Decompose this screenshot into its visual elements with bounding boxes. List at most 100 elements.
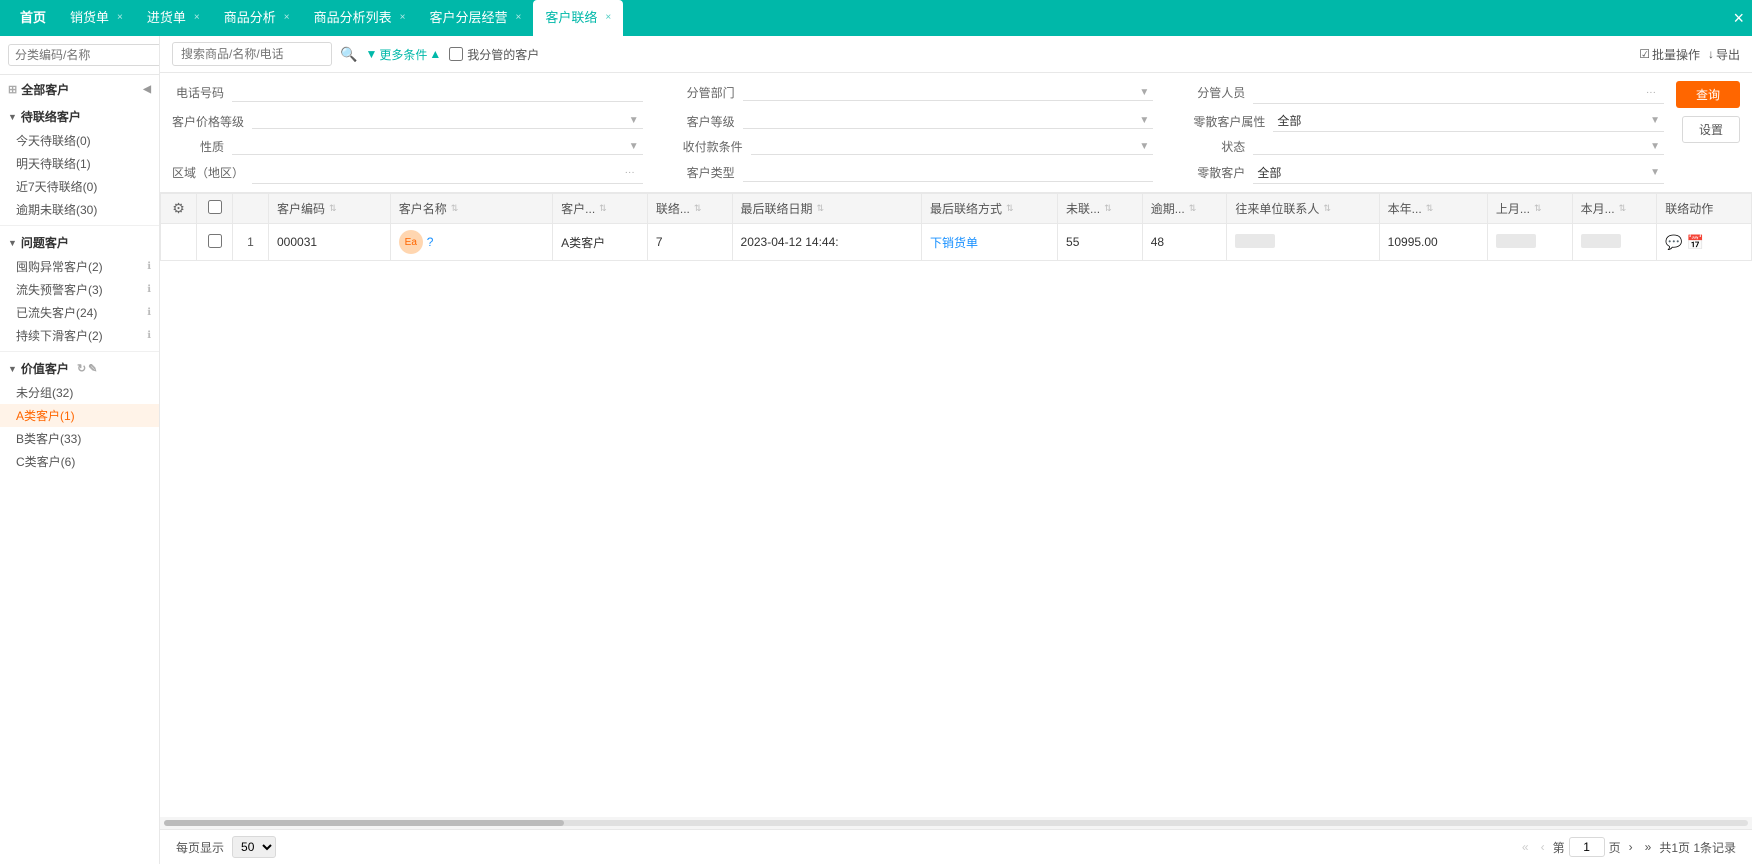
my-customer-checkbox[interactable] [449, 47, 463, 61]
col-type[interactable]: 客户... ⇅ [553, 194, 648, 224]
close-contact-icon[interactable]: × [605, 0, 611, 36]
sidebar-item-c-class[interactable]: C类客户(6) [0, 450, 159, 473]
sidebar-search-input[interactable] [8, 44, 160, 66]
sidebar-item-warn[interactable]: 流失预警客户(3) ℹ [0, 278, 159, 301]
payment-select[interactable]: ▼ [751, 139, 1154, 155]
sidebar-item-declining[interactable]: 持续下滑客户(2) ℹ [0, 324, 159, 347]
sort-last-date-icon: ⇅ [817, 203, 825, 214]
sort-this-month-icon: ⇅ [1619, 203, 1627, 214]
close-all-btn[interactable]: × [1733, 8, 1744, 29]
scrollbar-thumb[interactable] [164, 820, 564, 826]
region-more-btn[interactable]: ··· [621, 165, 639, 180]
chat-icon[interactable]: 💬 [1665, 234, 1682, 251]
sidebar-item-abnormal[interactable]: 囤购异常客户(2) ℹ [0, 255, 159, 278]
select-all-checkbox[interactable] [208, 200, 222, 214]
col-last-date[interactable]: 最后联络日期 ⇅ [732, 194, 921, 224]
col-last-month[interactable]: 上月... ⇅ [1487, 194, 1572, 224]
filter-status: 状态 ▼ [1193, 138, 1664, 155]
edit-group-icon[interactable]: ✎ [88, 362, 97, 375]
main-search-input[interactable] [172, 42, 332, 66]
close-tier-icon[interactable]: × [515, 0, 521, 36]
batch-op-button[interactable]: ☑ 批量操作 [1639, 46, 1700, 63]
cell-last-way: 下销货单 [921, 224, 1057, 261]
first-page-btn[interactable]: « [1518, 838, 1533, 856]
export-button[interactable]: ↓ 导出 [1708, 46, 1740, 63]
sidebar-item-lost[interactable]: 已流失客户(24) ℹ [0, 301, 159, 324]
scattered-attr-select[interactable]: 全部 ▼ [1273, 110, 1664, 132]
info-icon-warn: ℹ [147, 284, 151, 295]
region-input[interactable] [256, 163, 621, 181]
row-checkbox[interactable] [208, 234, 222, 248]
horizontal-scrollbar[interactable] [160, 817, 1752, 829]
sidebar-item-7days[interactable]: 近7天待联络(0) [0, 175, 159, 198]
next-page-btn[interactable]: › [1625, 838, 1637, 856]
nav-purchase[interactable]: 进货单 × [135, 0, 212, 36]
cell-gear [161, 224, 197, 261]
dept-select[interactable]: ▼ [743, 85, 1154, 101]
last-way-link[interactable]: 下销货单 [930, 236, 978, 250]
sidebar-all-customers[interactable]: ⊞ 全部客户 ◀ [0, 75, 159, 104]
manager-more-btn[interactable]: ··· [1642, 85, 1660, 100]
manager-input[interactable] [1257, 83, 1642, 101]
close-purchase-icon[interactable]: × [194, 0, 200, 36]
col-contact[interactable]: 联络... ⇅ [647, 194, 732, 224]
manager-input-more[interactable]: ··· [1253, 81, 1664, 104]
cell-checkbox [197, 224, 233, 261]
cell-not-linked: 55 [1058, 224, 1143, 261]
group-value[interactable]: ▼ 价值客户 ↻ ✎ [0, 356, 159, 381]
group-problem[interactable]: ▼ 问题客户 [0, 230, 159, 255]
scattered-select[interactable]: 全部 ▼ [1253, 162, 1664, 184]
col-not-linked[interactable]: 未联... ⇅ [1058, 194, 1143, 224]
page-input[interactable] [1569, 837, 1605, 857]
region-label: 区域（地区） [172, 164, 252, 181]
close-analysis-icon[interactable]: × [284, 0, 290, 36]
region-input-more[interactable]: ··· [252, 161, 643, 184]
group-pending[interactable]: ▼ 待联络客户 [0, 104, 159, 129]
sidebar-item-ungroup[interactable]: 未分组(32) [0, 381, 159, 404]
gear-settings-icon[interactable]: ⚙ [172, 200, 185, 216]
main-search-button[interactable]: 🔍 [340, 46, 357, 63]
col-overdue[interactable]: 逾期... ⇅ [1142, 194, 1227, 224]
sidebar-item-today[interactable]: 今天待联络(0) [0, 129, 159, 152]
my-customer-checkbox-label[interactable]: 我分管的客户 [449, 46, 539, 63]
col-unit-contact[interactable]: 往来单位联系人 ⇅ [1227, 194, 1379, 224]
page-suffix: 页 [1609, 839, 1621, 856]
close-analysis-list-icon[interactable]: × [400, 0, 406, 36]
col-this-month[interactable]: 本月... ⇅ [1572, 194, 1657, 224]
filter-region: 区域（地区） ··· [172, 161, 643, 184]
nav-customer-contact[interactable]: 客户联络 × [533, 0, 623, 36]
nav-home[interactable]: 首页 [8, 0, 58, 36]
query-button[interactable]: 查询 [1676, 81, 1740, 108]
sidebar-item-a-class[interactable]: A类客户(1) [0, 404, 159, 427]
nature-select[interactable]: ▼ [232, 139, 643, 155]
price-grade-select[interactable]: ▼ [252, 113, 643, 129]
sidebar-collapse-btn[interactable]: ◀ [143, 84, 151, 95]
sidebar-item-tomorrow[interactable]: 明天待联络(1) [0, 152, 159, 175]
last-page-btn[interactable]: » [1641, 838, 1656, 856]
nav-analysis-list[interactable]: 商品分析列表 × [302, 0, 418, 36]
customer-grade-select[interactable]: ▼ [743, 113, 1154, 129]
close-sales-icon[interactable]: × [117, 0, 123, 36]
table-row: 1 000031 Ea ? A类客户 7 2023-04 [161, 224, 1752, 261]
nav-sales[interactable]: 销货单 × [58, 0, 135, 36]
price-grade-label: 客户价格等级 [172, 113, 252, 130]
more-filter-button[interactable]: ▼ 更多条件 ▲ [365, 46, 441, 63]
customer-type-input[interactable] [743, 163, 1154, 182]
nav-analysis[interactable]: 商品分析 × [212, 0, 302, 36]
nav-customer-tier[interactable]: 客户分层经营 × [417, 0, 533, 36]
sidebar-item-b-class[interactable]: B类客户(33) [0, 427, 159, 450]
schedule-icon[interactable]: 📅 [1687, 234, 1704, 251]
page-size-select[interactable]: 50 [232, 836, 276, 858]
sidebar-item-overdue[interactable]: 逾期未联络(30) [0, 198, 159, 221]
col-last-way[interactable]: 最后联络方式 ⇅ [921, 194, 1057, 224]
phone-input[interactable] [232, 83, 643, 102]
col-this-year[interactable]: 本年... ⇅ [1379, 194, 1487, 224]
col-code[interactable]: 客户编码 ⇅ [269, 194, 391, 224]
prev-page-btn[interactable]: ‹ [1537, 838, 1549, 856]
refresh-icon[interactable]: ↻ [77, 362, 86, 375]
filter-customer-grade: 客户等级 ▼ [683, 113, 1154, 130]
status-select[interactable]: ▼ [1253, 139, 1664, 155]
manager-label: 分管人员 [1193, 84, 1253, 101]
settings-button[interactable]: 设置 [1682, 116, 1740, 143]
col-name[interactable]: 客户名称 ⇅ [390, 194, 552, 224]
